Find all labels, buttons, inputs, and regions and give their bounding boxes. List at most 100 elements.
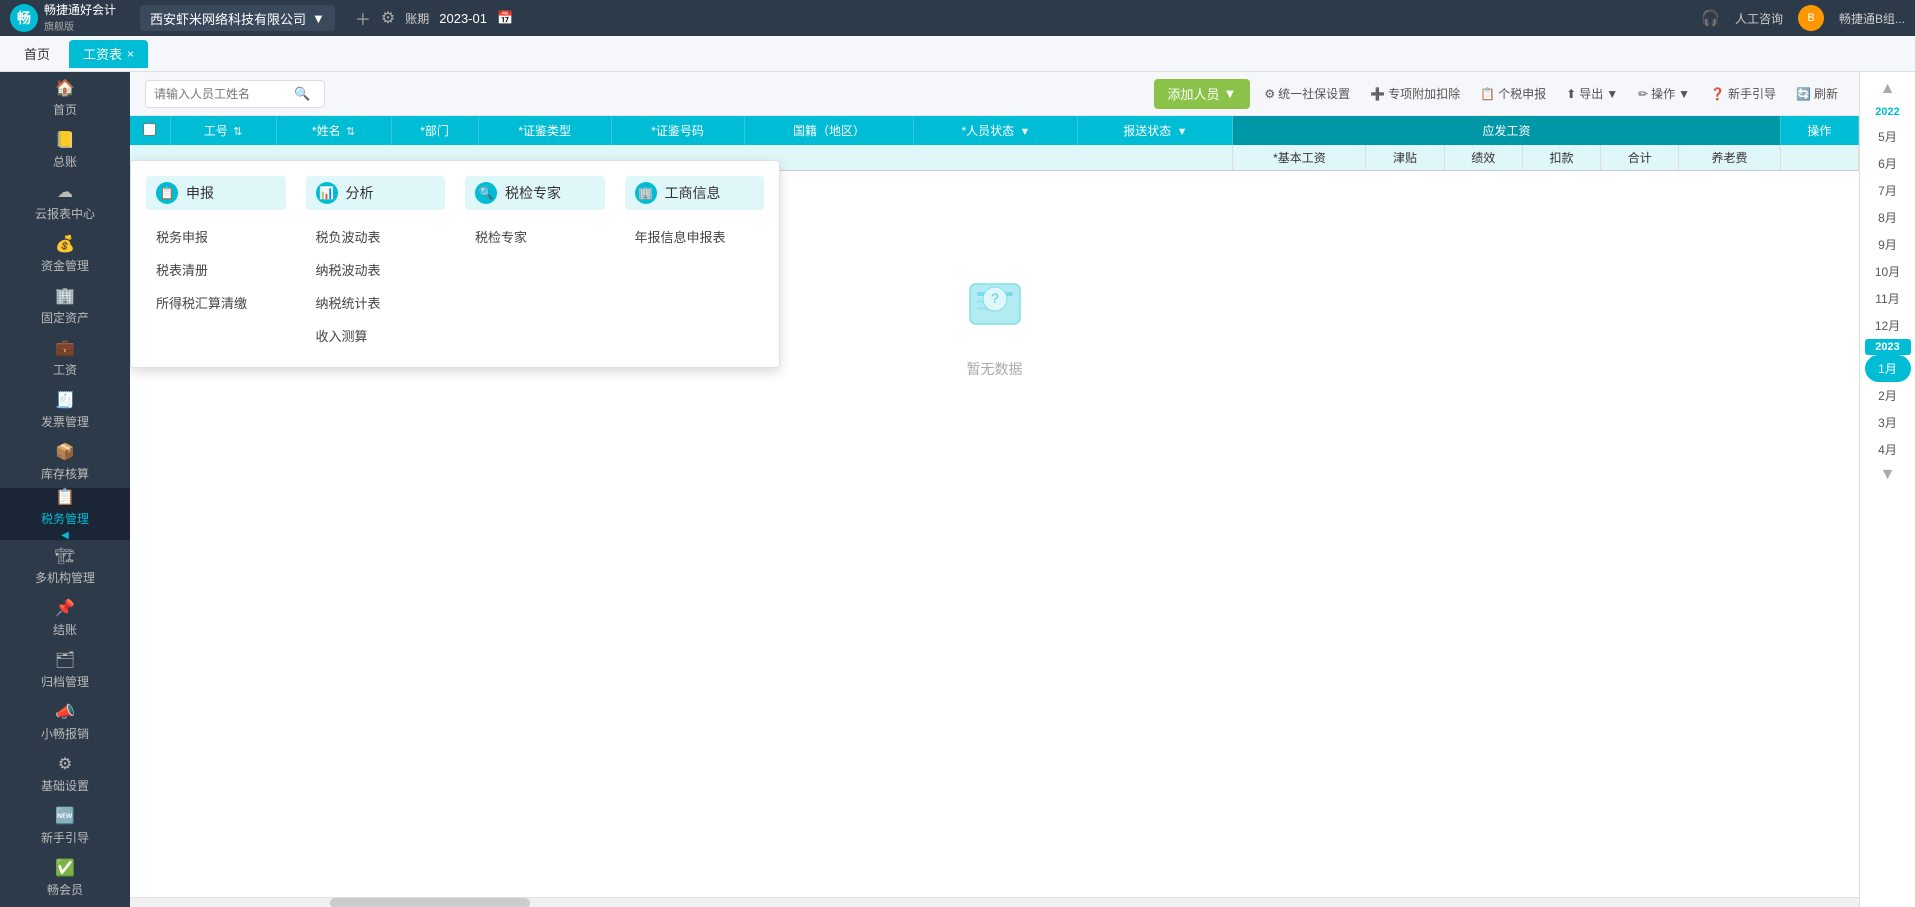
menu-income-estimate[interactable]: 收入测算 [306, 319, 446, 352]
sub-allowance: 津贴 [1366, 145, 1444, 171]
add-person-button[interactable]: 添加人员 ▼ [1154, 79, 1251, 109]
cal-month-2[interactable]: 2月 [1865, 382, 1911, 409]
tab-home-label: 首页 [24, 44, 50, 63]
popup-header-declare: 📋 申报 [146, 176, 286, 210]
calendar-down-nav[interactable]: ▼ [1877, 463, 1899, 487]
cal-month-9[interactable]: 9月 [1865, 231, 1911, 258]
guide-btn-icon: ❓ [1710, 87, 1725, 101]
th-name: *姓名 ⇅ [276, 116, 391, 145]
cal-month-10[interactable]: 10月 [1865, 258, 1911, 285]
scroll-thumb[interactable] [330, 898, 530, 907]
search-input[interactable] [154, 87, 294, 101]
sidebar-item-inventory[interactable]: 📦 库存核算 [0, 436, 130, 488]
calendar-up-nav[interactable]: ▲ [1877, 77, 1899, 101]
sidebar-item-salary[interactable]: 💼 工资 [0, 332, 130, 384]
menu-tax-fluctuation[interactable]: 税负波动表 [306, 220, 446, 253]
declare-icon: 📋 [156, 182, 178, 204]
popup-header-expert: 🔍 税检专家 [465, 176, 605, 210]
menu-income-settlement[interactable]: 所得税汇算清缴 [146, 286, 286, 319]
logo-area: 畅 畅捷通好会计 旗舰版 [10, 3, 140, 32]
tab-salary[interactable]: 工资表 × [69, 40, 148, 68]
sidebar-item-settings[interactable]: ⚙ 基础设置 [0, 748, 130, 800]
menu-tax-clearance[interactable]: 税表清册 [146, 253, 286, 286]
bottom-scrollbar[interactable] [130, 897, 1859, 907]
search-icon: 🔍 [294, 86, 310, 102]
salary-icon: 💼 [55, 338, 75, 358]
close-period-icon: 📌 [55, 598, 75, 618]
tab-bar: 首页 工资表 × [0, 36, 1915, 72]
tax-declare-button[interactable]: 📋 个税申报 [1474, 80, 1552, 108]
service-label[interactable]: 人工咨询 [1735, 10, 1783, 27]
guide-button[interactable]: ❓ 新手引导 [1704, 80, 1782, 108]
sort-icon-name: ⇅ [346, 126, 355, 138]
search-wrap: 🔍 [145, 80, 325, 108]
menu-tax-check[interactable]: 税检专家 [465, 220, 605, 253]
sidebar-item-guide[interactable]: 🆕 新手引导 [0, 800, 130, 852]
select-all-checkbox[interactable] [143, 123, 156, 136]
export-label: 导出 [1579, 85, 1603, 102]
filter-icon-report[interactable]: ▼ [1177, 126, 1188, 138]
sort-icon-id: ⇅ [233, 126, 242, 138]
tax-icon: 📋 [55, 487, 75, 507]
th-employee-id: 工号 ⇅ [170, 116, 276, 145]
cal-month-5[interactable]: 5月 [1865, 123, 1911, 150]
sidebar-item-multi-org[interactable]: 🏗 多机构管理 [0, 540, 130, 592]
guide-label: 新手引导 [1728, 85, 1776, 102]
logo-char: 畅 [17, 8, 31, 28]
special-deduction-button[interactable]: ➕ 专项附加扣除 [1364, 80, 1466, 108]
cal-month-12[interactable]: 12月 [1865, 312, 1911, 339]
social-insurance-button[interactable]: ⚙ 统一社保设置 [1258, 80, 1356, 108]
settings-icon[interactable]: ⚙ [381, 8, 395, 28]
tab-close-icon[interactable]: × [127, 47, 134, 61]
sidebar-item-ledger[interactable]: 📒 总账 [0, 124, 130, 176]
business-title: 工商信息 [665, 183, 721, 203]
declare-title: 申报 [186, 183, 214, 203]
sidebar-item-xiaochu[interactable]: 📣 小畅报销 [0, 696, 130, 748]
sidebar-item-close[interactable]: 📌 结账 [0, 592, 130, 644]
th-id-number: *证鉴号码 [611, 116, 744, 145]
period-label: 账期 [405, 10, 429, 27]
archive-icon: 🗂 [55, 650, 75, 670]
company-dropdown-icon: ▼ [312, 11, 325, 26]
cal-month-6[interactable]: 6月 [1865, 150, 1911, 177]
sidebar-item-fund[interactable]: 💰 资金管理 [0, 228, 130, 280]
menu-tax-declare[interactable]: 税务申报 [146, 220, 286, 253]
sidebar-item-tax[interactable]: 📋 税务管理 ◀ [0, 488, 130, 540]
fund-icon: 💰 [55, 234, 75, 254]
cal-month-4[interactable]: 4月 [1865, 436, 1911, 463]
sidebar-item-cloud-report[interactable]: ☁ 云报表中心 [0, 176, 130, 228]
cal-month-1[interactable]: 1月 [1865, 355, 1911, 382]
sidebar-item-invoice[interactable]: 🧾 发票管理 [0, 384, 130, 436]
operate-button[interactable]: ✏ 操作 ▼ [1632, 80, 1696, 108]
sidebar-item-home[interactable]: 🏠 首页 [0, 72, 130, 124]
menu-annual-report[interactable]: 年报信息申报表 [625, 220, 765, 253]
sub-performance: 绩效 [1444, 145, 1522, 171]
menu-tax-payment-fluctuation[interactable]: 纳税波动表 [306, 253, 446, 286]
app-name: 畅捷通好会计 [44, 3, 116, 17]
sidebar-label-home: 首页 [53, 101, 77, 118]
tab-home[interactable]: 首页 [10, 40, 64, 68]
cal-year-2022: 2022 [1865, 101, 1911, 123]
th-report-status: 报送状态 ▼ [1078, 116, 1233, 145]
export-button[interactable]: ⬆ 导出 ▼ [1560, 80, 1624, 108]
cal-month-8[interactable]: 8月 [1865, 204, 1911, 231]
sidebar-item-fixed-asset[interactable]: 🏢 固定资产 [0, 280, 130, 332]
calendar-icon[interactable]: 📅 [497, 10, 513, 26]
cal-month-11[interactable]: 11月 [1865, 285, 1911, 312]
sidebar-item-vip[interactable]: ✅ 畅会员 [0, 852, 130, 904]
app-edition: 旗舰版 [44, 18, 116, 33]
sidebar-label-multi-org: 多机构管理 [35, 569, 95, 586]
cal-month-7[interactable]: 7月 [1865, 177, 1911, 204]
top-header: 畅 畅捷通好会计 旗舰版 西安虾米网络科技有限公司 ▼ ＋ ⚙ 账期 2023-… [0, 0, 1915, 36]
sub-operation [1780, 145, 1858, 171]
refresh-button[interactable]: 🔄 刷新 [1790, 80, 1844, 108]
th-dept: *部门 [391, 116, 478, 145]
sidebar-item-archive[interactable]: 🗂 归档管理 [0, 644, 130, 696]
cal-month-3[interactable]: 3月 [1865, 409, 1911, 436]
menu-tax-stats[interactable]: 纳税统计表 [306, 286, 446, 319]
user-label[interactable]: 畅捷通B组... [1839, 10, 1905, 27]
add-icon[interactable]: ＋ [355, 6, 371, 30]
header-actions: ＋ ⚙ 账期 2023-01 📅 [355, 6, 513, 30]
filter-icon-person[interactable]: ▼ [1019, 126, 1030, 138]
company-selector[interactable]: 西安虾米网络科技有限公司 ▼ [140, 5, 335, 31]
